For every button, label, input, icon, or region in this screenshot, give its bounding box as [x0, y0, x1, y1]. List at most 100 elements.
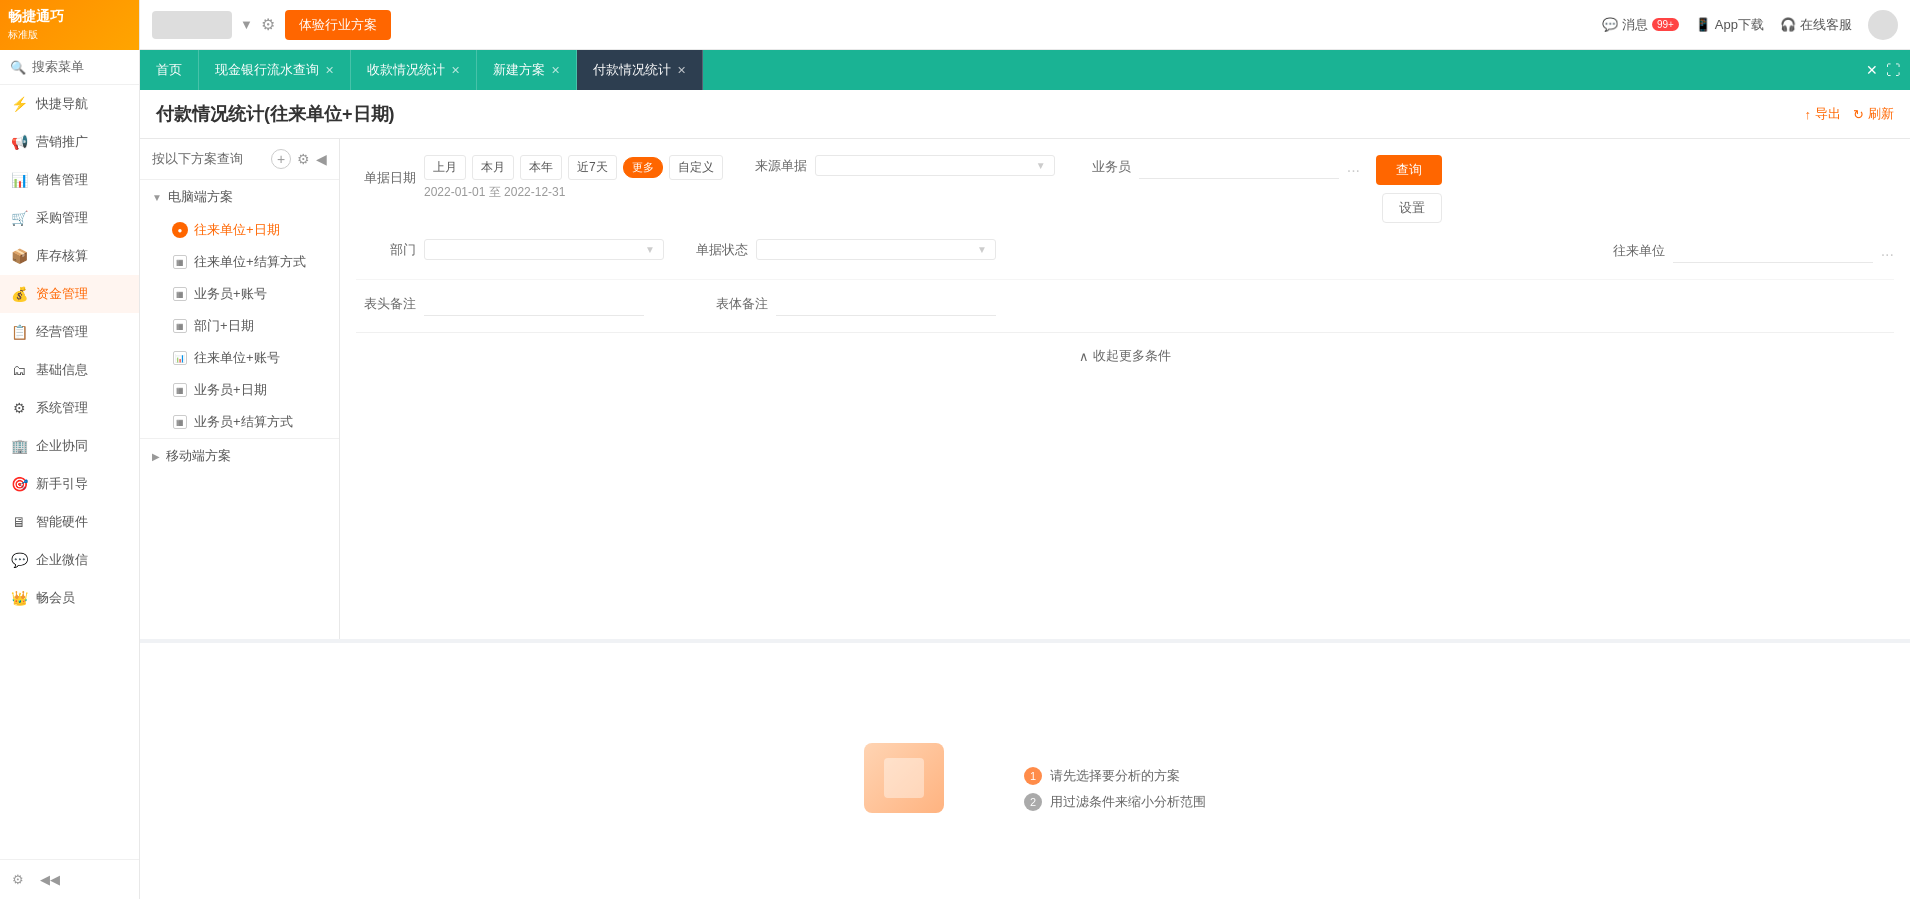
sidebar-item-quick-nav[interactable]: ⚡ 快捷导航	[0, 85, 139, 123]
query-btn[interactable]: 查询	[1376, 155, 1442, 185]
tab-new-scheme-close[interactable]: ✕	[551, 64, 560, 77]
empty-box	[864, 743, 944, 813]
sidebar-item-operation[interactable]: 📋 经营管理	[0, 313, 139, 351]
source-label: 来源单据	[747, 157, 807, 175]
counterpart-label: 往来单位	[1605, 242, 1665, 260]
tab-payment-stats-close[interactable]: ✕	[677, 64, 686, 77]
sidebar-item-inventory[interactable]: 📦 库存核算	[0, 237, 139, 275]
scheme-item-counterpart-settlement[interactable]: ▦ 往来单位+结算方式	[140, 246, 339, 278]
sidebar-item-wechat[interactable]: 💬 企业微信	[0, 541, 139, 579]
sidebar-collapse-btn[interactable]: ◀◀	[36, 868, 64, 891]
app-download-btn[interactable]: 📱 App下载	[1695, 16, 1764, 34]
tab-receipt-stats-label: 收款情况统计	[367, 61, 445, 79]
user-avatar[interactable]	[1868, 10, 1898, 40]
scheme-item-staff-account[interactable]: ▦ 业务员+账号	[140, 278, 339, 310]
sidebar-item-marketing[interactable]: 📢 营销推广	[0, 123, 139, 161]
sidebar-item-sales[interactable]: 📊 销售管理	[0, 161, 139, 199]
tab-receipt-stats-close[interactable]: ✕	[451, 64, 460, 77]
tab-payment-stats[interactable]: 付款情况统计 ✕	[577, 50, 703, 90]
sidebar-search[interactable]: 🔍 搜索菜单	[0, 50, 139, 85]
topbar-settings-icon[interactable]: ⚙	[261, 15, 275, 34]
tab-home[interactable]: 首页	[140, 50, 199, 90]
scheme-item-counterpart-settlement-label: 往来单位+结算方式	[194, 253, 306, 271]
date-label: 单据日期	[356, 169, 416, 187]
tab-bank-flow-close[interactable]: ✕	[325, 64, 334, 77]
scheme-item-counterpart-date[interactable]: ● 往来单位+日期	[140, 214, 339, 246]
source-select-arrow: ▼	[1036, 160, 1046, 171]
sidebar-item-label: 基础信息	[36, 361, 88, 379]
scheme-category-desktop[interactable]: ▼ 电脑端方案	[140, 180, 339, 214]
scheme-item-staff-settlement[interactable]: ▦ 业务员+结算方式	[140, 406, 339, 438]
filter-actions: 查询 设置	[1376, 155, 1442, 223]
counterpart-account-icon: 📊	[172, 350, 188, 366]
hardware-icon: 🖥	[10, 513, 28, 531]
topbar-dropdown-arrow[interactable]: ▼	[240, 17, 253, 32]
tab-close-all-btn[interactable]: ✕	[1866, 62, 1878, 78]
date-this-month-btn[interactable]: 本月	[472, 155, 514, 180]
date-custom-btn[interactable]: 自定义	[669, 155, 723, 180]
tab-receipt-stats[interactable]: 收款情况统计 ✕	[351, 50, 477, 90]
table-body-field: 表体备注	[708, 292, 996, 316]
source-select[interactable]: ▼	[815, 155, 1055, 176]
counterpart-dots-btn[interactable]: ...	[1881, 242, 1894, 260]
sidebar-settings-btn[interactable]: ⚙	[8, 868, 28, 891]
staff-settlement-icon: ▦	[172, 414, 188, 430]
scheme-category-mobile[interactable]: ▶ 移动端方案	[140, 438, 339, 473]
mobile-category-label: 移动端方案	[166, 447, 231, 465]
scheme-settings-btn[interactable]: ⚙	[297, 151, 310, 167]
sidebar-item-label: 系统管理	[36, 399, 88, 417]
date-last-month-btn[interactable]: 上月	[424, 155, 466, 180]
tab-new-scheme[interactable]: 新建方案 ✕	[477, 50, 577, 90]
collapse-label: 收起更多条件	[1093, 347, 1171, 365]
sidebar-item-purchase[interactable]: 🛒 采购管理	[0, 199, 139, 237]
counterpart-input[interactable]	[1673, 239, 1873, 263]
online-service-btn[interactable]: 🎧 在线客服	[1780, 16, 1852, 34]
messages-btn[interactable]: 💬 消息 99+	[1602, 16, 1679, 34]
sidebar-item-basic[interactable]: 🗂 基础信息	[0, 351, 139, 389]
sidebar-item-label: 企业协同	[36, 437, 88, 455]
table-header-input[interactable]	[424, 292, 644, 316]
collapse-more-btn[interactable]: ∧ 收起更多条件	[362, 339, 1888, 373]
date-field: 单据日期 上月 本月 本年 近7天 更多 自定义 2022-01-01 至 20…	[356, 155, 723, 201]
export-btn[interactable]: ↑ 导出	[1805, 105, 1842, 123]
scheme-item-dept-date[interactable]: ▦ 部门+日期	[140, 310, 339, 342]
scheme-item-counterpart-account[interactable]: 📊 往来单位+账号	[140, 342, 339, 374]
sales-icon: 📊	[10, 171, 28, 189]
staff-dots-btn[interactable]: ...	[1347, 158, 1360, 176]
sidebar-item-member[interactable]: 👑 畅会员	[0, 579, 139, 617]
date-last-7-days-btn[interactable]: 近7天	[568, 155, 617, 180]
sidebar-footer: ⚙ ◀◀	[0, 859, 139, 899]
trial-btn[interactable]: 体验行业方案	[285, 10, 391, 40]
refresh-btn[interactable]: ↻ 刷新	[1853, 105, 1894, 123]
finance-icon: 💰	[10, 285, 28, 303]
sidebar-item-finance[interactable]: 💰 资金管理	[0, 275, 139, 313]
guide-icon: 🎯	[10, 475, 28, 493]
tab-maximize-btn[interactable]: ⛶	[1886, 62, 1900, 78]
scheme-item-counterpart-date-label: 往来单位+日期	[194, 221, 280, 239]
voucher-status-select[interactable]: ▼	[756, 239, 996, 260]
sidebar-item-enterprise[interactable]: 🏢 企业协同	[0, 427, 139, 465]
dept-select[interactable]: ▼	[424, 239, 664, 260]
sidebar-item-label: 采购管理	[36, 209, 88, 227]
empty-box-inner	[884, 758, 924, 798]
sidebar-item-label: 经营管理	[36, 323, 88, 341]
scheme-item-staff-date-label: 业务员+日期	[194, 381, 267, 399]
filter-settings-btn[interactable]: 设置	[1382, 193, 1442, 223]
scheme-add-btn[interactable]: +	[271, 149, 291, 169]
scheme-collapse-btn[interactable]: ◀	[316, 151, 327, 167]
sidebar-item-system[interactable]: ⚙ 系统管理	[0, 389, 139, 427]
date-this-year-btn[interactable]: 本年	[520, 155, 562, 180]
tab-bank-flow[interactable]: 现金银行流水查询 ✕	[199, 50, 351, 90]
sidebar-item-hardware[interactable]: 🖥 智能硬件	[0, 503, 139, 541]
sidebar-header: 畅捷通巧 标准版	[0, 0, 139, 50]
scheme-item-staff-date[interactable]: ▦ 业务员+日期	[140, 374, 339, 406]
table-body-input[interactable]	[776, 292, 996, 316]
tab-home-label: 首页	[156, 61, 182, 79]
sidebar-item-label: 营销推广	[36, 133, 88, 151]
sidebar-item-guide[interactable]: 🎯 新手引导	[0, 465, 139, 503]
staff-label: 业务员	[1071, 158, 1131, 176]
staff-input[interactable]	[1139, 155, 1339, 179]
date-more-btn[interactable]: 更多	[623, 157, 663, 178]
step-num-1: 1	[1024, 767, 1042, 785]
table-header-label: 表头备注	[356, 295, 416, 313]
